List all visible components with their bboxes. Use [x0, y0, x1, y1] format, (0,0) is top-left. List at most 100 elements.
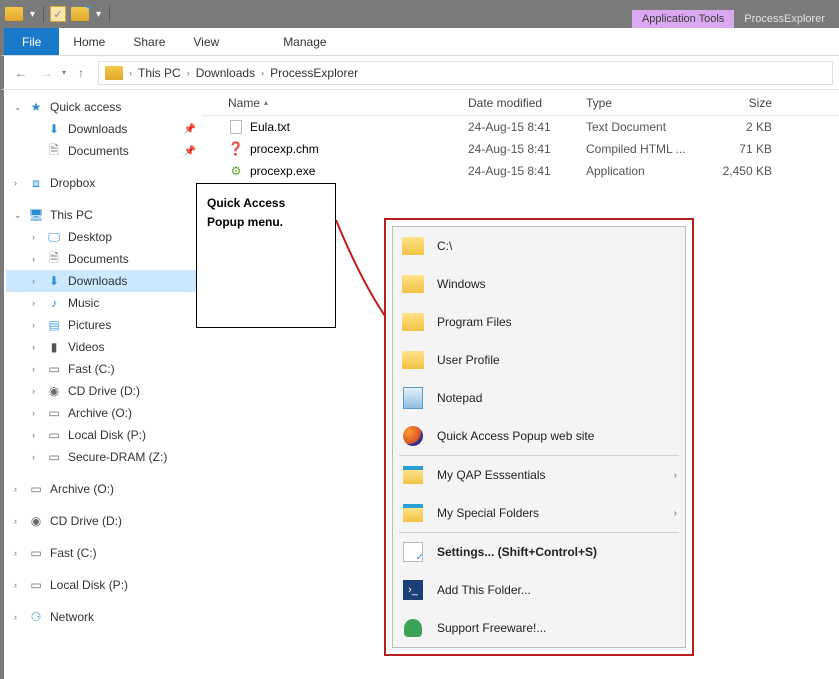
- tree-qa-documents[interactable]: 🗎Documents📌: [6, 140, 200, 162]
- drive-icon: ▭: [28, 481, 44, 497]
- col-date[interactable]: Date modified: [468, 96, 586, 110]
- tree-cd-d[interactable]: ›◉CD Drive (D:): [6, 380, 200, 402]
- tree-label: This PC: [50, 208, 93, 222]
- col-name[interactable]: Name▴: [228, 96, 468, 110]
- popup-label: Add This Folder...: [437, 583, 677, 597]
- back-button[interactable]: ←: [10, 62, 32, 84]
- desktop-icon: 🖵: [46, 229, 62, 245]
- download-icon: ⬇: [46, 273, 62, 289]
- file-type: Text Document: [586, 120, 706, 134]
- breadcrumb-root[interactable]: This PC: [134, 66, 185, 80]
- view-tab[interactable]: View: [179, 28, 233, 55]
- popup-item-settings[interactable]: Settings... (Shift+Control+S): [393, 533, 685, 571]
- tree-music[interactable]: ›♪Music: [6, 292, 200, 314]
- popup-label: C:\: [437, 239, 677, 253]
- drive-icon: ▭: [28, 577, 44, 593]
- popup-item-program-files[interactable]: Program Files: [393, 303, 685, 341]
- popup-item-c-drive[interactable]: C:\: [393, 227, 685, 265]
- pin-icon[interactable]: 📌: [184, 146, 196, 157]
- tree-downloads[interactable]: ›⬇Downloads: [6, 270, 200, 292]
- share-tab[interactable]: Share: [119, 28, 179, 55]
- file-row[interactable]: ⚙procexp.exe 24-Aug-15 8:41 Application …: [202, 160, 839, 182]
- file-type: Compiled HTML ...: [586, 142, 706, 156]
- tree-label: Archive (O:): [68, 406, 132, 420]
- tree-pictures[interactable]: ›▤Pictures: [6, 314, 200, 336]
- contextual-tab-label[interactable]: Application Tools: [632, 10, 734, 28]
- tree-local-p[interactable]: ›▭Local Disk (P:): [6, 424, 200, 446]
- tree-label: Documents: [68, 252, 129, 266]
- qat-newfolder-icon[interactable]: [70, 4, 90, 24]
- chm-file-icon: ❓: [228, 141, 244, 157]
- popup-item-add-folder[interactable]: ›_Add This Folder...: [393, 571, 685, 609]
- tree-label: Fast (C:): [50, 546, 97, 560]
- col-type[interactable]: Type: [586, 96, 706, 110]
- tree-network[interactable]: ›⚆Network: [6, 606, 200, 628]
- tree-local-p-2[interactable]: ›▭Local Disk (P:): [6, 574, 200, 596]
- file-explorer-icon: [401, 501, 425, 525]
- popup-label: User Profile: [437, 353, 677, 367]
- forward-button[interactable]: →: [36, 62, 58, 84]
- file-row[interactable]: Eula.txt 24-Aug-15 8:41 Text Document 2 …: [202, 116, 839, 138]
- tree-this-pc[interactable]: ⌄🖥This PC: [6, 204, 200, 226]
- window-title: ProcessExplorer: [734, 10, 835, 28]
- tree-dropbox[interactable]: ›⧈Dropbox: [6, 172, 200, 194]
- drive-icon: ▭: [46, 361, 62, 377]
- tree-archive-o-2[interactable]: ›▭Archive (O:): [6, 478, 200, 500]
- tree-fast-c-2[interactable]: ›▭Fast (C:): [6, 542, 200, 564]
- chevron-right-icon[interactable]: ›: [259, 68, 266, 78]
- nav-bar: ← → ▾ ↑ › This PC › Downloads › ProcessE…: [0, 56, 839, 90]
- quick-access-popup-highlight: C:\ Windows Program Files User Profile N…: [384, 218, 694, 656]
- breadcrumb-downloads[interactable]: Downloads: [192, 66, 259, 80]
- file-size: 2 KB: [706, 120, 784, 134]
- popup-label: My Special Folders: [437, 506, 662, 520]
- file-size: 2,450 KB: [706, 164, 784, 178]
- folder-icon: [401, 348, 425, 372]
- documents-icon: 🗎: [46, 251, 62, 267]
- popup-item-special-folders[interactable]: My Special Folders›: [393, 494, 685, 532]
- qat-properties-icon[interactable]: ✓: [48, 4, 68, 24]
- up-button[interactable]: ↑: [70, 62, 92, 84]
- file-date: 24-Aug-15 8:41: [468, 142, 586, 156]
- qat-separator: [43, 6, 44, 22]
- file-row[interactable]: ❓procexp.chm 24-Aug-15 8:41 Compiled HTM…: [202, 138, 839, 160]
- tree-desktop[interactable]: ›🖵Desktop: [6, 226, 200, 248]
- tree-secure-z[interactable]: ›▭Secure-DRAM (Z:): [6, 446, 200, 468]
- pin-icon[interactable]: 📌: [184, 124, 196, 135]
- file-date: 24-Aug-15 8:41: [468, 164, 586, 178]
- chevron-right-icon[interactable]: ›: [127, 68, 134, 78]
- qat-dropdown-icon[interactable]: ▾: [30, 9, 35, 20]
- tree-label: Secure-DRAM (Z:): [68, 450, 167, 464]
- qat-folder-icon[interactable]: [4, 4, 24, 24]
- popup-item-notepad[interactable]: Notepad: [393, 379, 685, 417]
- chevron-right-icon[interactable]: ›: [185, 68, 192, 78]
- popup-item-essentials[interactable]: My QAP Esssentials›: [393, 456, 685, 494]
- column-headers: Name▴ Date modified Type Size: [202, 90, 839, 116]
- sort-asc-icon: ▴: [264, 98, 268, 107]
- tree-qa-downloads[interactable]: ⬇Downloads📌: [6, 118, 200, 140]
- popup-item-windows[interactable]: Windows: [393, 265, 685, 303]
- settings-icon: [401, 540, 425, 564]
- popup-item-support[interactable]: Support Freeware!...: [393, 609, 685, 647]
- pictures-icon: ▤: [46, 317, 62, 333]
- tree-label: Local Disk (P:): [68, 428, 146, 442]
- popup-item-user-profile[interactable]: User Profile: [393, 341, 685, 379]
- file-explorer-icon: [401, 463, 425, 487]
- title-bar: ▾ ✓ ▾ Application Tools ProcessExplorer: [0, 0, 839, 28]
- tree-archive-o[interactable]: ›▭Archive (O:): [6, 402, 200, 424]
- address-folder-icon: [105, 66, 123, 80]
- history-dropdown-icon[interactable]: ▾: [62, 68, 66, 77]
- address-bar[interactable]: › This PC › Downloads › ProcessExplorer: [98, 61, 833, 85]
- tree-documents[interactable]: ›🗎Documents: [6, 248, 200, 270]
- tree-fast-c[interactable]: ›▭Fast (C:): [6, 358, 200, 380]
- manage-tab[interactable]: Manage: [263, 28, 346, 55]
- home-tab[interactable]: Home: [59, 28, 119, 55]
- popup-label: Program Files: [437, 315, 677, 329]
- tree-quick-access[interactable]: ⌄★Quick access: [6, 96, 200, 118]
- tree-cd-d-2[interactable]: ›◉CD Drive (D:): [6, 510, 200, 532]
- col-size[interactable]: Size: [706, 96, 784, 110]
- breadcrumb-processexplorer[interactable]: ProcessExplorer: [266, 66, 362, 80]
- popup-item-qap-site[interactable]: Quick Access Popup web site: [393, 417, 685, 455]
- tree-videos[interactable]: ›▮Videos: [6, 336, 200, 358]
- qat-customize-icon[interactable]: ▾: [96, 9, 101, 20]
- file-tab[interactable]: File: [4, 28, 59, 55]
